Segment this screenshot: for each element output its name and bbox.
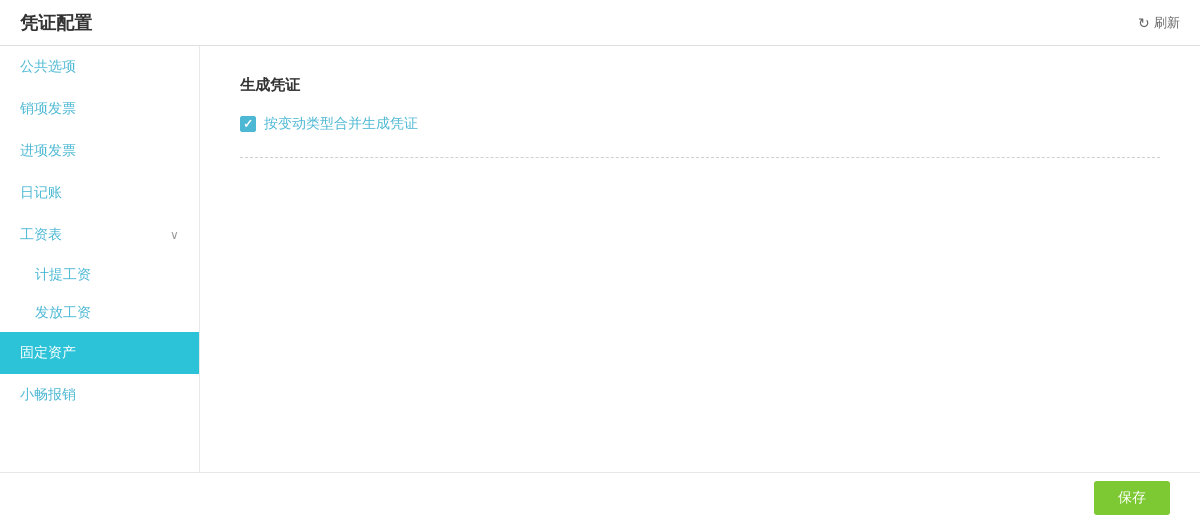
sidebar-item-journal[interactable]: 日记账 — [0, 172, 199, 214]
sidebar-item-purchase-invoice[interactable]: 进项发票 — [0, 130, 199, 172]
sidebar-item-label: 日记账 — [20, 184, 62, 202]
save-button[interactable]: 保存 — [1094, 481, 1170, 515]
sidebar-item-label: 固定资产 — [20, 344, 76, 362]
sidebar-item-label: 公共选项 — [20, 58, 76, 76]
sidebar-item-label: 销项发票 — [20, 100, 76, 118]
refresh-label: 刷新 — [1154, 14, 1180, 32]
bottom-bar: 保存 — [0, 472, 1200, 522]
checkbox-row: 按变动类型合并生成凭证 — [240, 115, 1160, 133]
sidebar: 公共选项 销项发票 进项发票 日记账 工资表 ∨ 计提工资 发放工资 固定资产 … — [0, 46, 200, 472]
sidebar-item-label: 工资表 — [20, 226, 62, 244]
page-title: 凭证配置 — [20, 11, 92, 35]
merge-by-type-checkbox[interactable] — [240, 116, 256, 132]
refresh-button[interactable]: ↻ 刷新 — [1138, 14, 1180, 32]
header: 凭证配置 ↻ 刷新 — [0, 0, 1200, 46]
sidebar-item-fixed-assets[interactable]: 固定资产 — [0, 332, 199, 374]
content-area: 生成凭证 按变动类型合并生成凭证 — [200, 46, 1200, 472]
sidebar-item-label: 小畅报销 — [20, 386, 76, 404]
sidebar-item-payroll[interactable]: 工资表 ∨ — [0, 214, 199, 256]
refresh-icon: ↻ — [1138, 15, 1150, 31]
sidebar-item-release-payroll[interactable]: 发放工资 — [0, 294, 199, 332]
sidebar-item-label: 计提工资 — [35, 266, 91, 282]
section-title: 生成凭证 — [240, 76, 1160, 95]
checkbox-label: 按变动类型合并生成凭证 — [264, 115, 418, 133]
sidebar-item-expense-claim[interactable]: 小畅报销 — [0, 374, 199, 416]
sidebar-item-public[interactable]: 公共选项 — [0, 46, 199, 88]
chevron-down-icon: ∨ — [170, 228, 179, 242]
sidebar-item-label: 进项发票 — [20, 142, 76, 160]
main-content: 公共选项 销项发票 进项发票 日记账 工资表 ∨ 计提工资 发放工资 固定资产 … — [0, 46, 1200, 472]
divider — [240, 157, 1160, 158]
sidebar-item-accrual-payroll[interactable]: 计提工资 — [0, 256, 199, 294]
sidebar-item-sales-invoice[interactable]: 销项发票 — [0, 88, 199, 130]
sidebar-item-label: 发放工资 — [35, 304, 91, 320]
